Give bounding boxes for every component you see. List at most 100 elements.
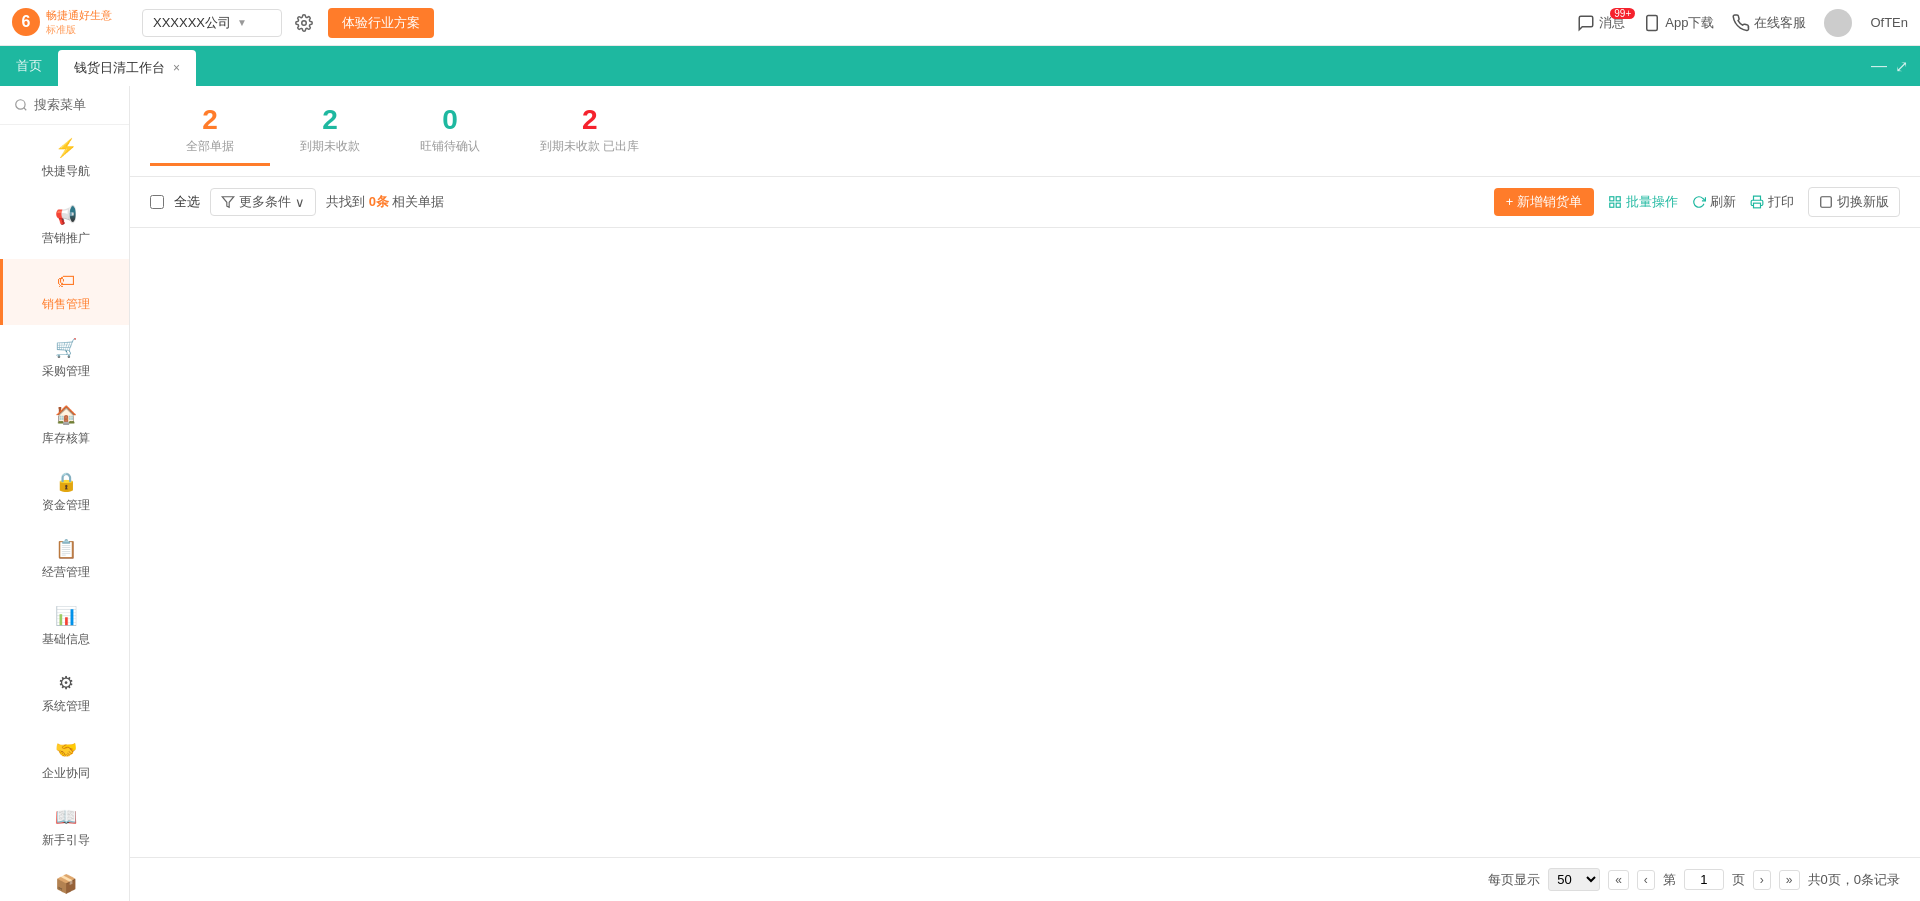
select-all-checkbox[interactable]: [150, 195, 164, 209]
page-label: 第: [1663, 871, 1676, 889]
sidebar-item-finance[interactable]: 🔒 资金管理: [0, 459, 129, 526]
last-page-button[interactable]: »: [1779, 870, 1800, 890]
stat-tab-overdue[interactable]: 2 到期未收款: [270, 96, 390, 166]
company-name: XXXXXX公司: [153, 14, 231, 32]
tab-maximize-icon[interactable]: ⤢: [1895, 57, 1908, 76]
logo-icon: 6: [12, 8, 40, 36]
stat-label-all: 全部单据: [186, 138, 234, 155]
filter-button[interactable]: 更多条件 ∨: [210, 188, 316, 216]
purchase-icon: 🛒: [55, 337, 77, 359]
filter-dropdown-icon: ∨: [295, 195, 305, 210]
sales-icon: 🏷: [57, 271, 75, 292]
found-count: 0条: [369, 194, 389, 209]
svg-point-0: [302, 20, 307, 25]
sidebar-label-guide: 新手引导: [42, 832, 90, 849]
stat-label-overdue: 到期未收款: [300, 138, 360, 155]
sidebar-label-sales: 销售管理: [42, 296, 90, 313]
per-page-label: 每页显示: [1488, 871, 1540, 889]
sidebar-label-enterprise: 企业协同: [42, 765, 90, 782]
stat-label-pending: 旺铺待确认: [420, 138, 480, 155]
sidebar-label-system: 系统管理: [42, 698, 90, 715]
toolbar: 全选 更多条件 ∨ 共找到 0条 相关单据 + 新增销货单 批: [130, 177, 1920, 228]
svg-rect-6: [1610, 197, 1614, 201]
logo-text: 畅捷通好生意: [46, 8, 112, 22]
tab-active[interactable]: 钱货日清工作台 ×: [58, 50, 196, 86]
svg-rect-8: [1616, 203, 1620, 207]
stat-tab-pending[interactable]: 0 旺铺待确认: [390, 96, 510, 166]
enterprise-icon: 🤝: [55, 739, 77, 761]
sidebar-label-operations: 经营管理: [42, 564, 90, 581]
svg-rect-1: [1647, 15, 1658, 30]
company-selector[interactable]: XXXXXX公司 ▼: [142, 9, 282, 37]
sidebar-label-finance: 资金管理: [42, 497, 90, 514]
main-layout: 搜索菜单 ⚡ 快捷导航 📢 营销推广 🏷 销售管理 🛒 采购管理 🏠 库存核算 …: [0, 86, 1920, 901]
header-right: 消息 99+ App下载 在线客服 OfTEn: [1577, 9, 1908, 37]
avatar[interactable]: [1824, 9, 1852, 37]
prev-page-button[interactable]: ‹: [1637, 870, 1655, 890]
user-avatar: [1824, 9, 1852, 37]
switch-version-button[interactable]: 切换新版: [1808, 187, 1900, 217]
sidebar-search[interactable]: 搜索菜单: [0, 86, 129, 125]
inventory-icon: 🏠: [55, 404, 77, 426]
system-icon: ⚙: [58, 672, 74, 694]
guide-icon: 📖: [55, 806, 77, 828]
sidebar-item-purchase[interactable]: 🛒 采购管理: [0, 325, 129, 392]
per-page-select[interactable]: 50 100: [1548, 868, 1600, 891]
sidebar-item-guide[interactable]: 📖 新手引导: [0, 794, 129, 861]
svg-line-4: [24, 108, 27, 111]
tab-home[interactable]: 首页: [0, 46, 58, 86]
sidebar: 搜索菜单 ⚡ 快捷导航 📢 营销推广 🏷 销售管理 🛒 采购管理 🏠 库存核算 …: [0, 86, 130, 901]
sidebar-label-inventory: 库存核算: [42, 430, 90, 447]
sidebar-label-marketing: 营销推广: [42, 230, 90, 247]
tab-close-icon[interactable]: ×: [173, 61, 180, 75]
stat-tab-shipped[interactable]: 2 到期未收款 已出库: [510, 96, 669, 166]
tab-minimize-icon[interactable]: —: [1871, 57, 1887, 75]
sidebar-item-operations[interactable]: 📋 经营管理: [0, 526, 129, 593]
sidebar-item-system[interactable]: ⚙ 系统管理: [0, 660, 129, 727]
app-download-button[interactable]: App下载: [1643, 14, 1714, 32]
sidebar-item-marketing[interactable]: 📢 营销推广: [0, 192, 129, 259]
sidebar-item-inventory[interactable]: 🏠 库存核算: [0, 392, 129, 459]
marketing-icon: 📢: [55, 204, 77, 226]
sidebar-item-basic-info[interactable]: 📊 基础信息: [0, 593, 129, 660]
username-text: OfTEn: [1870, 15, 1908, 30]
basic-info-icon: 📊: [55, 605, 77, 627]
refresh-button[interactable]: 刷新: [1692, 193, 1736, 211]
finance-icon: 🔒: [55, 471, 77, 493]
svg-point-3: [16, 100, 25, 109]
trial-button[interactable]: 体验行业方案: [328, 8, 434, 38]
new-sale-button[interactable]: + 新增销货单: [1494, 188, 1594, 216]
message-badge: 99+: [1610, 8, 1635, 19]
logo-area: 6 畅捷通好生意 标准版: [12, 8, 142, 36]
settings-button[interactable]: [290, 9, 318, 37]
logo-version: 标准版: [46, 23, 112, 37]
page-input[interactable]: [1684, 869, 1724, 890]
svg-marker-5: [222, 197, 234, 208]
total-text: 共0页，0条记录: [1808, 871, 1900, 889]
svg-rect-9: [1610, 203, 1614, 207]
company-dropdown-arrow: ▼: [237, 17, 247, 28]
header: 6 畅捷通好生意 标准版 XXXXXX公司 ▼ 体验行业方案 消息 99+ Ap…: [0, 0, 1920, 46]
quick-nav-icon: ⚡: [55, 137, 77, 159]
svg-rect-10: [1754, 203, 1761, 208]
stat-count-all: 2: [202, 104, 218, 136]
message-button[interactable]: 消息 99+: [1577, 14, 1625, 32]
stat-tab-all[interactable]: 2 全部单据: [150, 96, 270, 166]
next-page-button[interactable]: ›: [1753, 870, 1771, 890]
sidebar-item-enterprise[interactable]: 🤝 企业协同: [0, 727, 129, 794]
sidebar-label-quick-nav: 快捷导航: [42, 163, 90, 180]
toolbar-right: + 新增销货单 批量操作 刷新 打印 切换新版: [1494, 187, 1900, 217]
first-page-button[interactable]: «: [1608, 870, 1629, 890]
batch-button[interactable]: 批量操作: [1608, 193, 1678, 211]
tab-bar: 首页 钱货日清工作台 × — ⤢: [0, 46, 1920, 86]
stat-count-pending: 0: [442, 104, 458, 136]
operations-icon: 📋: [55, 538, 77, 560]
sidebar-item-app-center[interactable]: 📦 应用中心: [0, 861, 129, 901]
svg-rect-7: [1616, 197, 1620, 201]
svg-rect-11: [1821, 197, 1832, 208]
sidebar-item-sales[interactable]: 🏷 销售管理: [0, 259, 129, 325]
online-service-button[interactable]: 在线客服: [1732, 14, 1806, 32]
found-text: 共找到 0条 相关单据: [326, 193, 444, 211]
print-button[interactable]: 打印: [1750, 193, 1794, 211]
sidebar-item-quick-nav[interactable]: ⚡ 快捷导航: [0, 125, 129, 192]
